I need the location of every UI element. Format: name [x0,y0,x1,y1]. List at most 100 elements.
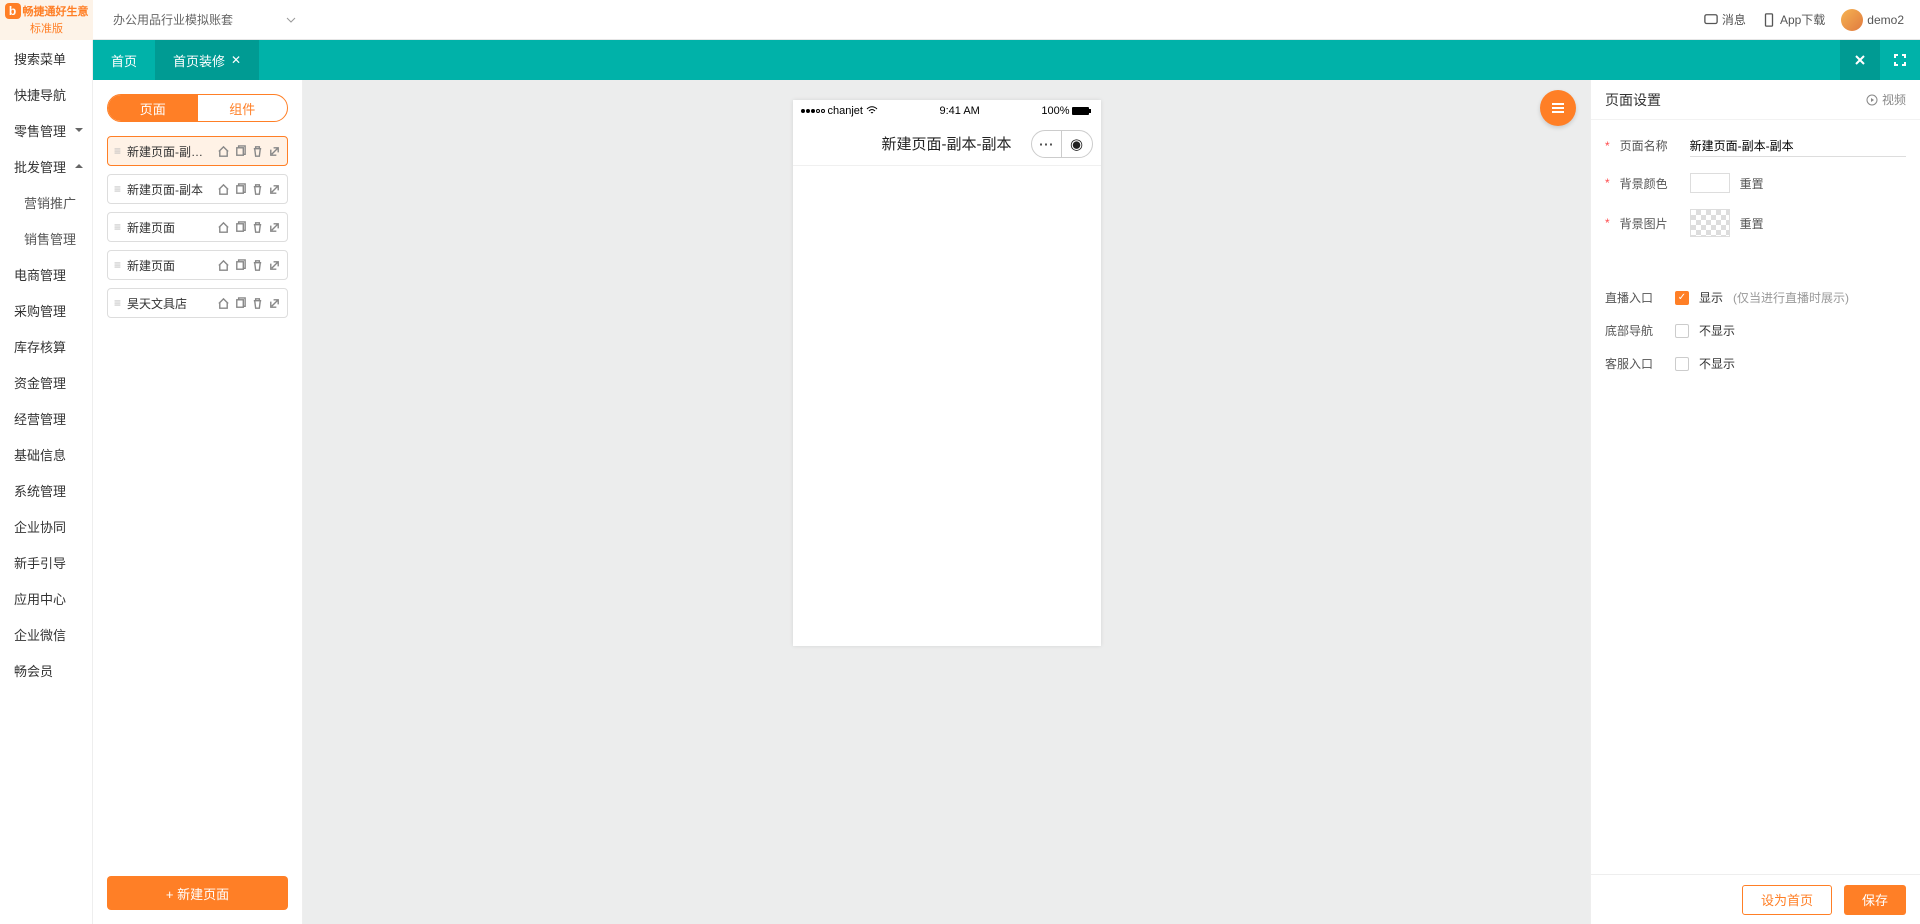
settings-panel: 页面设置 视频 * 页面名称 * 背景颜色 重置 * 背景图片 重 [1590,80,1920,924]
account-name: 办公用品行业模拟账套 [113,11,233,28]
field-bottom-nav: 底部导航 不显示 [1605,322,1906,339]
page-item-label: 昊天文具店 [127,295,211,312]
sidenav-item[interactable]: 资金管理 [0,364,92,400]
page-item-label: 新建页面 [127,219,211,236]
share-icon[interactable] [268,145,281,158]
copy-icon[interactable] [234,145,247,158]
drag-handle-icon[interactable]: ≡ [114,258,121,272]
copy-icon[interactable] [234,221,247,234]
top-header: b畅捷通好生意 标准版 办公用品行业模拟账套 消息 App下载 demo2 [0,0,1920,40]
miniprogram-capsule: ⋯ ◉ [1031,130,1093,158]
tab-home[interactable]: 首页 [93,40,155,80]
delete-icon[interactable] [251,145,264,158]
video-help-button[interactable]: 视频 [1866,91,1906,108]
bgimage-picker[interactable] [1690,209,1730,237]
workspace: 页面 组件 ≡ 新建页面-副本-副本 ≡ 新建页面-副本 ≡ 新建页面 ≡ 新建… [93,80,1920,924]
messages-button[interactable]: 消息 [1704,11,1746,28]
delete-icon[interactable] [251,259,264,272]
app-download-button[interactable]: App下载 [1762,11,1825,28]
save-button[interactable]: 保存 [1844,885,1906,915]
copy-icon[interactable] [234,259,247,272]
toggle-panel-fab[interactable] [1540,90,1576,126]
page-list-panel: 页面 组件 ≡ 新建页面-副本-副本 ≡ 新建页面-副本 ≡ 新建页面 ≡ 新建… [93,80,303,924]
sidenav-item[interactable]: 批发管理 [0,148,92,184]
tab-bar: 首页 首页装修✕ [93,40,1920,80]
share-icon[interactable] [268,297,281,310]
page-name-input[interactable] [1690,134,1906,157]
target-icon[interactable]: ◉ [1062,131,1092,157]
delete-icon[interactable] [251,221,264,234]
more-icon[interactable]: ⋯ [1032,131,1062,157]
sidenav-item[interactable]: 销售管理 [0,220,92,256]
page-item-label: 新建页面-副本-副本 [127,143,211,160]
field-page-name: * 页面名称 [1605,134,1906,157]
field-customer-service: 客服入口 不显示 [1605,355,1906,372]
tab-decor[interactable]: 首页装修✕ [155,40,259,80]
home-icon[interactable] [217,297,230,310]
sidenav-item[interactable]: 库存核算 [0,328,92,364]
sidenav-item[interactable]: 快捷导航 [0,76,92,112]
sidenav-item[interactable]: 系统管理 [0,472,92,508]
page-item-label: 新建页面 [127,257,211,274]
page-list-item[interactable]: ≡ 昊天文具店 [107,288,288,318]
page-item-label: 新建页面-副本 [127,181,211,198]
new-page-button[interactable]: + 新建页面 [107,876,288,910]
home-icon[interactable] [217,145,230,158]
share-icon[interactable] [268,183,281,196]
share-icon[interactable] [268,259,281,272]
tabbar-close-button[interactable] [1840,40,1880,80]
delete-icon[interactable] [251,183,264,196]
field-bg-color: * 背景颜色 重置 [1605,173,1906,193]
page-list-item[interactable]: ≡ 新建页面-副本-副本 [107,136,288,166]
caret-down-icon [74,123,84,138]
delete-icon[interactable] [251,297,264,310]
user-menu[interactable]: demo2 [1841,9,1904,31]
sidenav-item[interactable]: 企业微信 [0,616,92,652]
brand-logo[interactable]: b畅捷通好生意 标准版 [0,0,93,40]
phone-time: 9:41 AM [939,105,979,117]
live-show-checkbox[interactable] [1675,291,1689,305]
battery-icon [1072,106,1092,116]
page-list-item[interactable]: ≡ 新建页面 [107,212,288,242]
drag-handle-icon[interactable]: ≡ [114,220,121,234]
fullscreen-button[interactable] [1880,40,1920,80]
set-home-button[interactable]: 设为首页 [1742,885,1832,915]
field-live-entry: 直播入口 显示 (仅当进行直播时展示) [1605,289,1906,306]
sidenav-item[interactable]: 采购管理 [0,292,92,328]
sidenav-item[interactable]: 新手引导 [0,544,92,580]
bgimage-reset[interactable]: 重置 [1740,215,1764,232]
page-list-item[interactable]: ≡ 新建页面 [107,250,288,280]
page-list: ≡ 新建页面-副本-副本 ≡ 新建页面-副本 ≡ 新建页面 ≡ 新建页面 ≡ 昊… [107,136,288,318]
sidenav-item[interactable]: 基础信息 [0,436,92,472]
bgcolor-reset[interactable]: 重置 [1740,175,1764,192]
sidenav-item[interactable]: 营销推广 [0,184,92,220]
field-bg-image: * 背景图片 重置 [1605,209,1906,237]
sidenav-item[interactable]: 电商管理 [0,256,92,292]
drag-handle-icon[interactable]: ≡ [114,144,121,158]
share-icon[interactable] [268,221,281,234]
sidenav-item[interactable]: 经营管理 [0,400,92,436]
bottomnav-checkbox[interactable] [1675,324,1689,338]
page-list-item[interactable]: ≡ 新建页面-副本 [107,174,288,204]
sidenav-item[interactable]: 应用中心 [0,580,92,616]
seg-component[interactable]: 组件 [198,95,288,121]
cs-checkbox[interactable] [1675,357,1689,371]
close-icon[interactable]: ✕ [231,53,241,67]
seg-page[interactable]: 页面 [108,95,198,121]
home-icon[interactable] [217,259,230,272]
sidenav-item[interactable]: 零售管理 [0,112,92,148]
home-icon[interactable] [217,183,230,196]
sidenav-item[interactable]: 畅会员 [0,652,92,688]
account-selector[interactable]: 办公用品行业模拟账套 [105,6,305,34]
home-icon[interactable] [217,221,230,234]
drag-handle-icon[interactable]: ≡ [114,182,121,196]
bgcolor-swatch[interactable] [1690,173,1730,193]
drag-handle-icon[interactable]: ≡ [114,296,121,310]
chevron-down-icon [285,14,297,26]
copy-icon[interactable] [234,183,247,196]
sidenav-item[interactable]: 搜索菜单 [0,40,92,76]
copy-icon[interactable] [234,297,247,310]
sidenav-item[interactable]: 企业协同 [0,508,92,544]
phone-preview: chanjet 9:41 AM 100% 新建页面-副本-副本 ⋯ ◉ [793,100,1101,646]
wifi-icon [866,106,878,116]
